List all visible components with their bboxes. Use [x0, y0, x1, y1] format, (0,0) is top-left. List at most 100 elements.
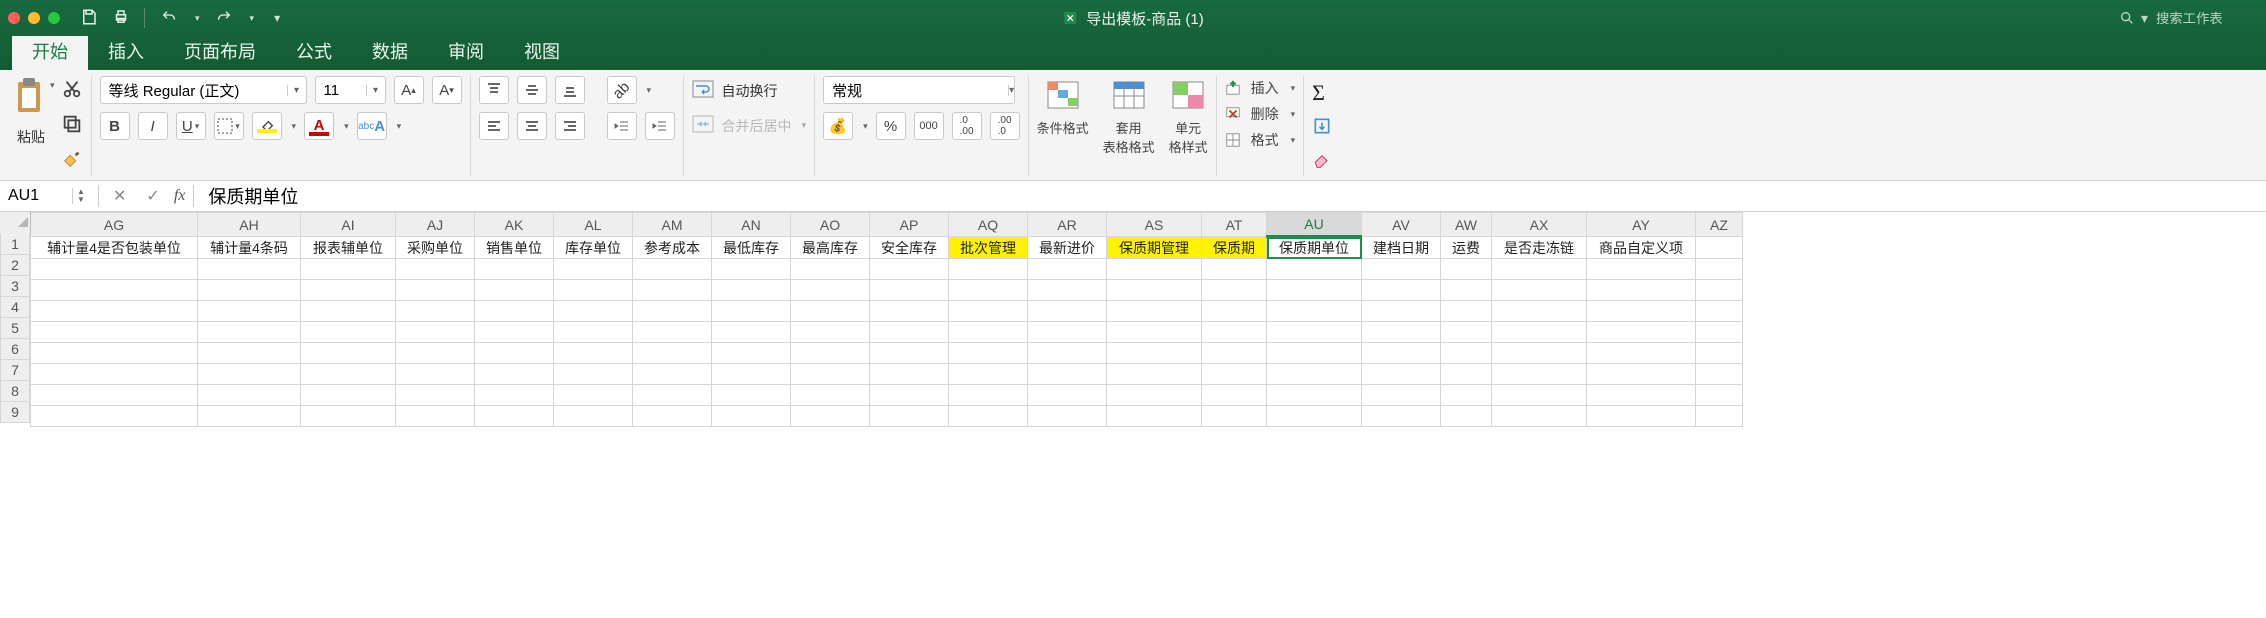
cell[interactable]: 最新进价: [1028, 237, 1107, 259]
ribbon-tab-0[interactable]: 开始: [12, 31, 88, 70]
redo-dropdown-icon[interactable]: ▾: [250, 13, 255, 24]
cell[interactable]: [1202, 280, 1267, 301]
cell[interactable]: [633, 301, 712, 322]
redo-icon[interactable]: [214, 9, 234, 28]
cell[interactable]: [1107, 385, 1202, 406]
cell[interactable]: [1267, 364, 1362, 385]
cell[interactable]: [1362, 364, 1441, 385]
cell[interactable]: 保质期: [1202, 237, 1267, 259]
cell[interactable]: [198, 322, 301, 343]
cell[interactable]: [870, 343, 949, 364]
cell[interactable]: [31, 364, 198, 385]
cell[interactable]: [1696, 343, 1743, 364]
cell[interactable]: [554, 343, 633, 364]
cell[interactable]: [949, 322, 1028, 343]
column-header[interactable]: AI: [301, 213, 396, 237]
cell[interactable]: [1267, 322, 1362, 343]
search-input[interactable]: [2154, 10, 2258, 27]
cell[interactable]: 批次管理: [949, 237, 1028, 259]
cell[interactable]: [1202, 406, 1267, 427]
cell[interactable]: [949, 343, 1028, 364]
row-header[interactable]: 4: [0, 297, 30, 318]
clear-button[interactable]: [1312, 149, 1332, 172]
cell[interactable]: [1028, 280, 1107, 301]
column-header[interactable]: AV: [1362, 213, 1441, 237]
cell[interactable]: [1202, 322, 1267, 343]
cell[interactable]: [198, 364, 301, 385]
cell[interactable]: [1441, 364, 1492, 385]
row-header[interactable]: 1: [0, 234, 30, 255]
fill-button[interactable]: [1312, 116, 1332, 139]
cell[interactable]: [712, 406, 791, 427]
name-box[interactable]: ▲▼: [4, 186, 90, 206]
close-window-button[interactable]: [8, 12, 20, 24]
cell[interactable]: [31, 259, 198, 280]
column-header[interactable]: AG: [31, 213, 198, 237]
cell[interactable]: [633, 280, 712, 301]
cell[interactable]: [1267, 301, 1362, 322]
cell[interactable]: 采购单位: [396, 237, 475, 259]
cell[interactable]: [1696, 301, 1743, 322]
cell[interactable]: [396, 259, 475, 280]
cell[interactable]: [475, 343, 554, 364]
cell[interactable]: [1696, 385, 1743, 406]
cell[interactable]: [870, 301, 949, 322]
column-header[interactable]: AW: [1441, 213, 1492, 237]
cell[interactable]: 销售单位: [475, 237, 554, 259]
cell[interactable]: [475, 280, 554, 301]
accounting-format-button[interactable]: 💰: [823, 112, 853, 140]
cell[interactable]: [1492, 259, 1587, 280]
row-header[interactable]: 9: [0, 402, 30, 423]
column-header[interactable]: AK: [475, 213, 554, 237]
cell[interactable]: [198, 259, 301, 280]
cell[interactable]: [1028, 364, 1107, 385]
cell[interactable]: [1107, 343, 1202, 364]
merge-center-button[interactable]: 合并后居中 ▾: [692, 115, 807, 136]
format-cells-button[interactable]: 格式▾: [1225, 130, 1296, 150]
minimize-window-button[interactable]: [28, 12, 40, 24]
cell[interactable]: [1492, 322, 1587, 343]
cell[interactable]: [949, 385, 1028, 406]
cell[interactable]: [198, 343, 301, 364]
cell[interactable]: [1441, 343, 1492, 364]
cell[interactable]: [1028, 301, 1107, 322]
confirm-formula-button[interactable]: ✓: [140, 186, 165, 206]
cell[interactable]: [791, 364, 870, 385]
cell[interactable]: [791, 322, 870, 343]
cell[interactable]: [1441, 406, 1492, 427]
cell[interactable]: [301, 385, 396, 406]
cell[interactable]: [870, 385, 949, 406]
cell[interactable]: [301, 406, 396, 427]
cell[interactable]: [1696, 322, 1743, 343]
column-header[interactable]: AO: [791, 213, 870, 237]
cell[interactable]: [1441, 259, 1492, 280]
cell[interactable]: [301, 322, 396, 343]
cell[interactable]: [1362, 385, 1441, 406]
save-icon[interactable]: [80, 8, 98, 29]
underline-button[interactable]: U▾: [176, 112, 206, 140]
cell[interactable]: [1028, 343, 1107, 364]
cell[interactable]: 库存单位: [554, 237, 633, 259]
cell[interactable]: [949, 406, 1028, 427]
cell[interactable]: 辅计量4是否包装单位: [31, 237, 198, 259]
cell[interactable]: 最低库存: [712, 237, 791, 259]
cell[interactable]: [1587, 280, 1696, 301]
undo-dropdown-icon[interactable]: ▾: [195, 13, 200, 24]
formula-input[interactable]: [202, 185, 2266, 208]
select-all-corner[interactable]: [0, 212, 31, 235]
cell[interactable]: [31, 406, 198, 427]
column-header[interactable]: AX: [1492, 213, 1587, 237]
increase-indent-button[interactable]: [645, 112, 675, 140]
cell[interactable]: [1492, 301, 1587, 322]
cell[interactable]: [712, 259, 791, 280]
table-format-button[interactable]: 套用 表格格式: [1103, 76, 1155, 156]
column-header[interactable]: AM: [633, 213, 712, 237]
border-button[interactable]: ▾: [214, 112, 244, 140]
zoom-window-button[interactable]: [48, 12, 60, 24]
cut-icon[interactable]: [61, 78, 83, 103]
font-color-dropdown-icon[interactable]: ▾: [344, 121, 349, 132]
cell[interactable]: [949, 259, 1028, 280]
cell[interactable]: [1492, 280, 1587, 301]
column-header[interactable]: AP: [870, 213, 949, 237]
cell-styles-button[interactable]: 单元 格样式: [1169, 76, 1208, 156]
